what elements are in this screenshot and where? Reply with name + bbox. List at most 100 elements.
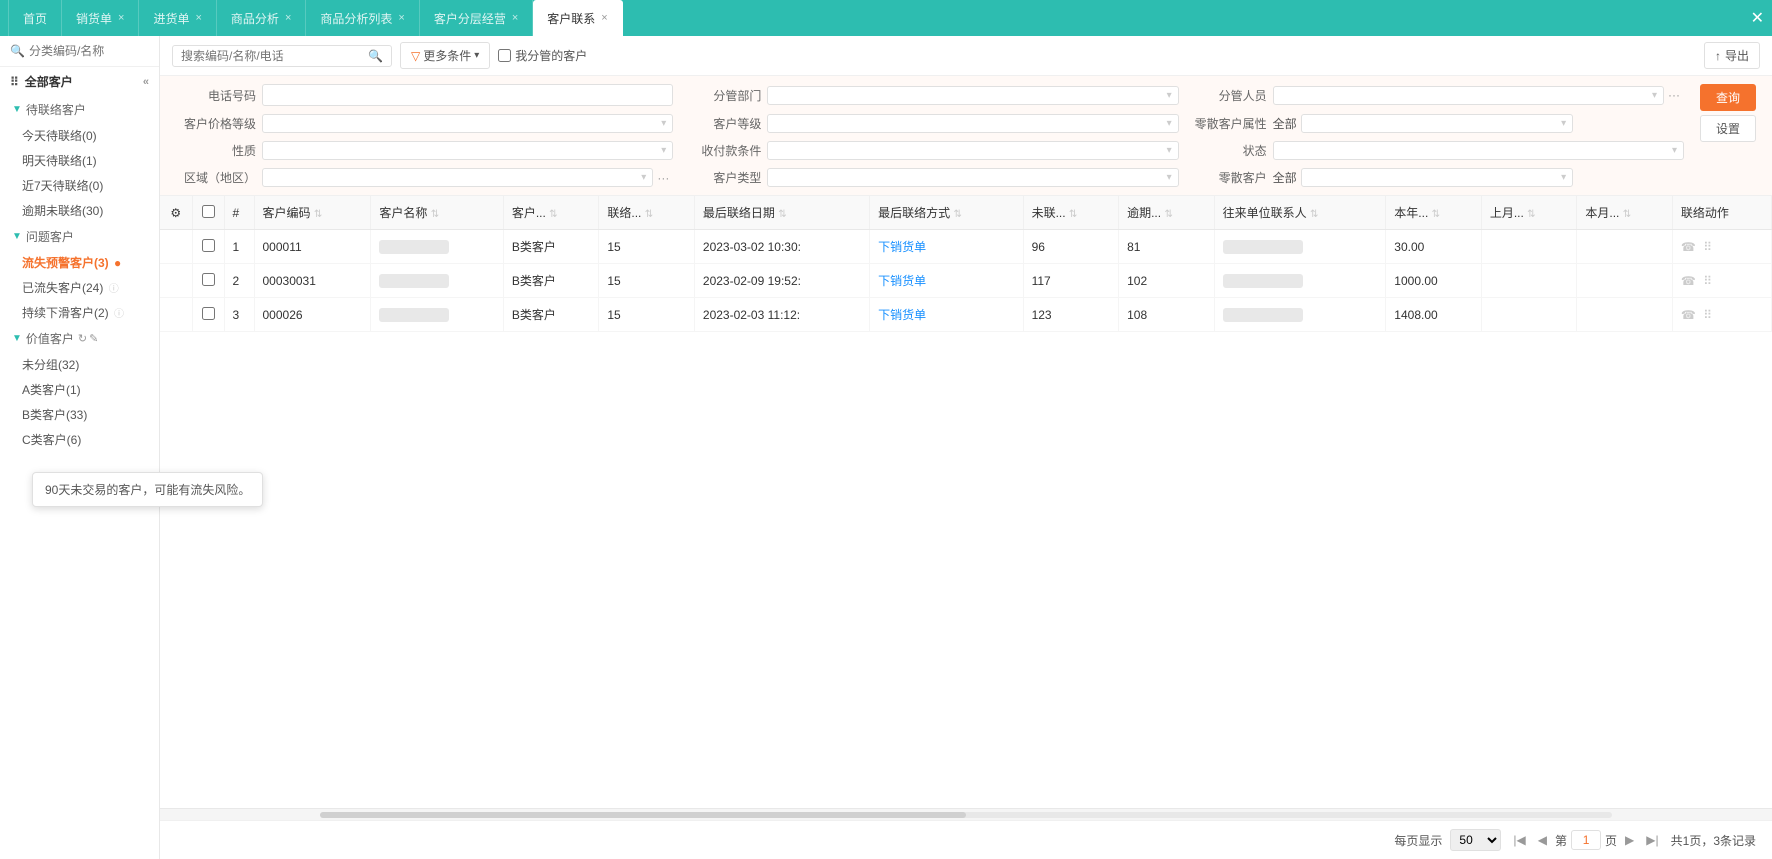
filter-select-customer-level[interactable]: ▾ [767, 114, 1178, 133]
tab-analysis-list[interactable]: 商品分析列表 × [306, 0, 419, 36]
prev-page-btn[interactable]: ◀ [1534, 831, 1551, 849]
th-unit-contact[interactable]: 往来单位联系人 ⇅ [1214, 196, 1386, 230]
td-action-0[interactable]: ☎ ⠿ [1672, 230, 1771, 264]
export-btn[interactable]: ↑ 导出 [1704, 42, 1760, 69]
td-od-1: 102 [1119, 264, 1215, 298]
close-customer-contact-tab[interactable]: × [601, 12, 607, 24]
sidebar-section-pending[interactable]: ▼ 待联络客户 [0, 96, 159, 123]
filter-select-payment[interactable]: ▾ [767, 141, 1178, 160]
th-last-month[interactable]: 上月... ⇅ [1481, 196, 1577, 230]
td-way-1[interactable]: 下销货单 [870, 264, 1023, 298]
row-checkbox-1[interactable] [202, 273, 215, 286]
filter-action-btns: 查询 设置 [1700, 84, 1756, 142]
sidebar-item-tomorrow[interactable]: 明天待联络(1) [0, 148, 159, 173]
close-customer-tier-tab[interactable]: × [512, 12, 518, 24]
row-checkbox-0[interactable] [202, 239, 215, 252]
filter-select-person[interactable]: ▾ [1273, 86, 1664, 105]
th-code[interactable]: 客户编码 ⇅ [254, 196, 371, 230]
td-checkbox-1[interactable] [192, 264, 224, 298]
tab-customer-tier[interactable]: 客户分层经营 × [420, 0, 533, 36]
more-icon-2[interactable]: ⠿ [1703, 308, 1712, 322]
refresh-icon[interactable]: ↻ [78, 332, 87, 345]
tab-purchase[interactable]: 进货单 × [139, 0, 216, 36]
sidebar-section-problem[interactable]: ▼ 问题客户 [0, 223, 159, 250]
close-analysis-tab[interactable]: × [285, 12, 291, 24]
close-analysis-list-tab[interactable]: × [398, 12, 404, 24]
td-action-2[interactable]: ☎ ⠿ [1672, 298, 1771, 332]
settings-btn[interactable]: 设置 [1700, 115, 1756, 142]
sidebar-section-value[interactable]: ▼ 价值客户 ↻ ✎ [0, 325, 159, 352]
ellipsis-region[interactable]: ··· [653, 171, 673, 185]
th-not-contacted[interactable]: 未联... ⇅ [1023, 196, 1119, 230]
sidebar-item-overdue-contact[interactable]: 逾期未联络(30) [0, 198, 159, 223]
sidebar-item-churned[interactable]: 已流失客户(24) ⓘ [0, 275, 159, 300]
filter-input-phone[interactable] [262, 84, 673, 106]
filter-select-retail-customer[interactable]: ▾ [1301, 168, 1574, 187]
filter-label-region: 区域（地区） [176, 169, 256, 186]
tab-sales[interactable]: 销货单 × [62, 0, 139, 36]
search-input[interactable] [181, 49, 364, 63]
sidebar-item-c-class[interactable]: C类客户(6) [0, 427, 159, 452]
filter-btn[interactable]: ▽ 更多条件 ▾ [400, 42, 490, 69]
sidebar-root[interactable]: ⠿ 全部客户 « [0, 67, 159, 96]
ellipsis-person[interactable]: ··· [1664, 88, 1684, 102]
th-overdue[interactable]: 逾期... ⇅ [1119, 196, 1215, 230]
next-page-btn[interactable]: ▶ [1621, 831, 1638, 849]
sidebar-item-7days[interactable]: 近7天待联络(0) [0, 173, 159, 198]
sidebar-item-ungrouped[interactable]: 未分组(32) [0, 352, 159, 377]
more-icon-0[interactable]: ⠿ [1703, 240, 1712, 254]
my-customer-checkbox-label[interactable]: 我分管的客户 [498, 47, 587, 64]
close-purchase-tab[interactable]: × [195, 12, 201, 24]
scrollbar-area[interactable] [160, 808, 1772, 820]
close-sales-tab[interactable]: × [118, 12, 124, 24]
sidebar-item-a-class[interactable]: A类客户(1) [0, 377, 159, 402]
edit-icon[interactable]: ✎ [89, 332, 98, 345]
contact-icon-0[interactable]: ☎ [1681, 240, 1696, 254]
sidebar-item-churn-warn[interactable]: 流失预警客户(3) ● [0, 250, 159, 275]
per-page-select[interactable]: 50 100 [1450, 829, 1501, 851]
close-window-btn[interactable]: ✕ [1751, 8, 1764, 28]
th-contact[interactable]: 联络... ⇅ [599, 196, 695, 230]
last-page-btn[interactable]: ▶| [1642, 831, 1662, 849]
more-icon-1[interactable]: ⠿ [1703, 274, 1712, 288]
filter-select-dept[interactable]: ▾ [767, 86, 1178, 105]
select-all-checkbox[interactable] [202, 205, 215, 218]
th-settings[interactable]: ⚙ [160, 196, 192, 230]
tab-customer-contact[interactable]: 客户联系 × [533, 0, 622, 36]
filter-select-price-level[interactable]: ▾ [262, 114, 673, 133]
contact-icon-2[interactable]: ☎ [1681, 308, 1696, 322]
filter-select-customer-type[interactable]: ▾ [767, 168, 1178, 187]
tab-home[interactable]: 首页 [8, 0, 62, 36]
filter-select-nature[interactable]: ▾ [262, 141, 673, 160]
td-way-2[interactable]: 下销货单 [870, 298, 1023, 332]
th-type[interactable]: 客户... ⇅ [503, 196, 599, 230]
first-page-btn[interactable]: |◀ [1509, 831, 1529, 849]
query-btn[interactable]: 查询 [1700, 84, 1756, 111]
tab-analysis[interactable]: 商品分析 × [217, 0, 306, 36]
th-last-way[interactable]: 最后联络方式 ⇅ [870, 196, 1023, 230]
th-checkbox[interactable] [192, 196, 224, 230]
sidebar-item-b-class[interactable]: B类客户(33) [0, 402, 159, 427]
sidebar-search-input[interactable] [29, 44, 149, 58]
scrollbar-track[interactable] [320, 812, 1612, 818]
row-checkbox-2[interactable] [202, 307, 215, 320]
td-checkbox-0[interactable] [192, 230, 224, 264]
search-icon[interactable]: 🔍 [368, 49, 383, 63]
contact-icon-1[interactable]: ☎ [1681, 274, 1696, 288]
th-this-month[interactable]: 本月... ⇅ [1577, 196, 1673, 230]
td-way-0[interactable]: 下销货单 [870, 230, 1023, 264]
scrollbar-thumb[interactable] [320, 812, 966, 818]
th-last-date[interactable]: 最后联络日期 ⇅ [694, 196, 869, 230]
my-customer-checkbox[interactable] [498, 49, 511, 62]
sidebar-item-today[interactable]: 今天待联络(0) [0, 123, 159, 148]
th-this-year[interactable]: 本年... ⇅ [1386, 196, 1482, 230]
td-checkbox-2[interactable] [192, 298, 224, 332]
sidebar-item-declining[interactable]: 持续下滑客户(2) ⓘ [0, 300, 159, 325]
arrow-icon-problem: ▼ [12, 231, 22, 242]
filter-select-region[interactable]: ▾ [262, 168, 653, 187]
filter-select-status[interactable]: ▾ [1273, 141, 1684, 160]
td-action-1[interactable]: ☎ ⠿ [1672, 264, 1771, 298]
current-page[interactable]: 1 [1571, 830, 1601, 850]
filter-select-retail-attr[interactable]: ▾ [1301, 114, 1574, 133]
th-name[interactable]: 客户名称 ⇅ [371, 196, 503, 230]
